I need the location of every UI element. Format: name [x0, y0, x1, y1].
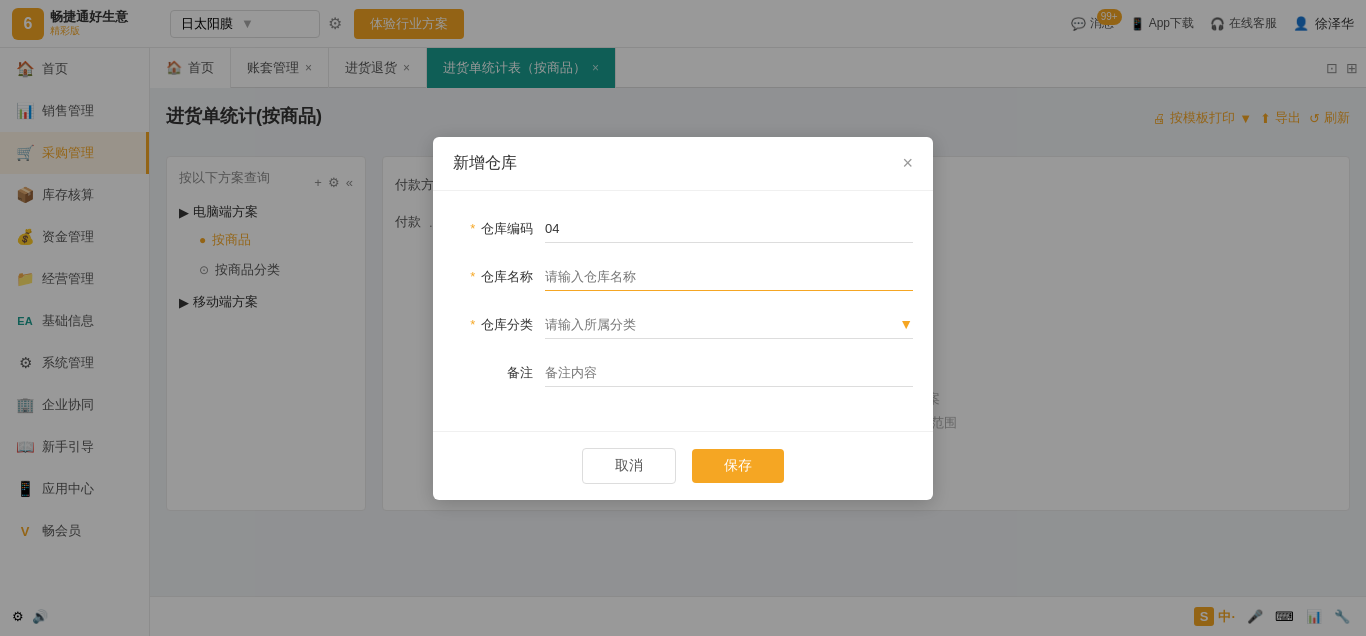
category-chevron-icon[interactable]: ▼ — [899, 316, 913, 332]
category-label: * 仓库分类 — [453, 316, 533, 334]
modal-overlay: 新增仓库 × * 仓库编码 * 仓库名称 — [0, 0, 1366, 551]
category-input[interactable] — [545, 311, 899, 338]
category-select-wrapper: ▼ — [545, 311, 913, 339]
form-row-name: * 仓库名称 — [453, 263, 913, 291]
required-star-code: * — [470, 221, 475, 236]
modal-header: 新增仓库 × — [433, 137, 933, 191]
add-warehouse-modal: 新增仓库 × * 仓库编码 * 仓库名称 — [433, 137, 933, 500]
remark-label: 备注 — [453, 364, 533, 382]
modal-footer: 取消 保存 — [433, 431, 933, 500]
required-star-name: * — [470, 269, 475, 284]
code-input[interactable] — [545, 215, 913, 243]
modal-close-btn[interactable]: × — [902, 153, 913, 174]
required-star-category: * — [470, 317, 475, 332]
name-label: * 仓库名称 — [453, 268, 533, 286]
form-row-category: * 仓库分类 ▼ — [453, 311, 913, 339]
modal-title: 新增仓库 — [453, 153, 517, 174]
form-row-code: * 仓库编码 — [453, 215, 913, 243]
save-btn[interactable]: 保存 — [692, 449, 784, 483]
modal-body: * 仓库编码 * 仓库名称 * 仓库分类 — [433, 191, 933, 431]
form-row-remark: 备注 — [453, 359, 913, 387]
name-input[interactable] — [545, 263, 913, 291]
code-label: * 仓库编码 — [453, 220, 533, 238]
remark-input[interactable] — [545, 359, 913, 387]
cancel-btn[interactable]: 取消 — [582, 448, 676, 484]
